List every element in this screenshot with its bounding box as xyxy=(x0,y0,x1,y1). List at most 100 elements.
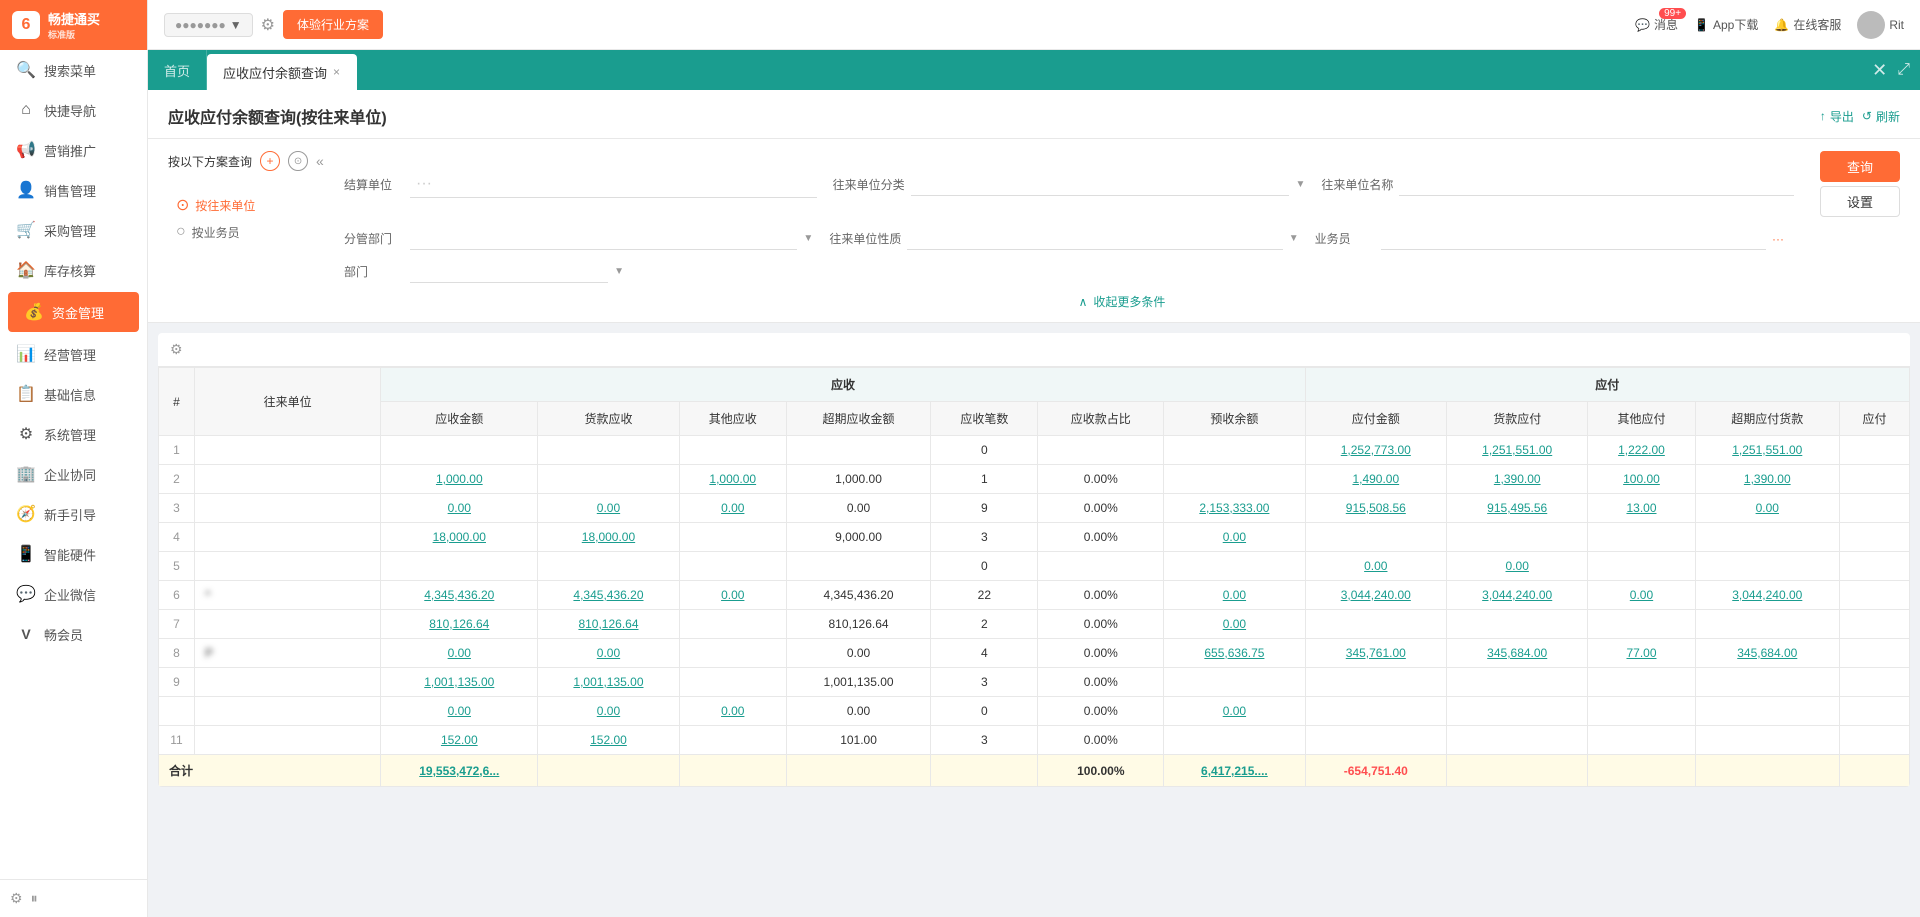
table-cell-2-4[interactable]: 0.00 xyxy=(679,494,786,523)
table-cell-5-4[interactable]: 0.00 xyxy=(679,581,786,610)
salesman-input[interactable] xyxy=(1381,227,1766,250)
table-cell-1-12[interactable]: 1,390.00 xyxy=(1695,465,1839,494)
supervise-dept-dropdown-icon[interactable]: ▼ xyxy=(803,233,813,244)
table-cell-1-11[interactable]: 100.00 xyxy=(1588,465,1695,494)
table-cell-0-9[interactable]: 1,252,773.00 xyxy=(1305,436,1446,465)
sidebar-collapse-icon[interactable]: ⏸ xyxy=(31,890,38,907)
partner-nature-input[interactable] xyxy=(907,227,1282,250)
partner-name-input[interactable] xyxy=(1399,173,1794,196)
table-cell-2-9[interactable]: 915,508.56 xyxy=(1305,494,1446,523)
table-cell-5-12[interactable]: 3,044,240.00 xyxy=(1695,581,1839,610)
sidebar-item-smarthw[interactable]: 📱 智能硬件 xyxy=(0,534,147,574)
table-cell-2-3[interactable]: 0.00 xyxy=(538,494,679,523)
sidebar-item-operations[interactable]: 📊 经营管理 xyxy=(0,334,147,374)
sidebar-item-sales[interactable]: 👤 销售管理 xyxy=(0,170,147,210)
sidebar-item-enterwx[interactable]: 💬 企业微信 xyxy=(0,574,147,614)
table-cell-10-2[interactable]: 152.00 xyxy=(381,726,538,755)
sidebar-item-purchase[interactable]: 🛒 采购管理 xyxy=(0,210,147,250)
partner-cat-input[interactable] xyxy=(911,173,1290,196)
supervise-dept-input[interactable] xyxy=(410,227,797,250)
table-cell-5-11[interactable]: 0.00 xyxy=(1588,581,1695,610)
table-cell-0-12[interactable]: 1,251,551.00 xyxy=(1695,436,1839,465)
table-cell-2-11[interactable]: 13.00 xyxy=(1588,494,1695,523)
table-cell-9-3[interactable]: 0.00 xyxy=(538,697,679,726)
table-cell-5-2[interactable]: 4,345,436.20 xyxy=(381,581,538,610)
table-cell-7-8[interactable]: 655,636.75 xyxy=(1164,639,1305,668)
filter-collapse-button[interactable]: « xyxy=(316,153,324,169)
table-cell-5-3[interactable]: 4,345,436.20 xyxy=(538,581,679,610)
table-cell-0-11[interactable]: 1,222.00 xyxy=(1588,436,1695,465)
table-cell-8-3[interactable]: 1,001,135.00 xyxy=(538,668,679,697)
table-cell-7-10[interactable]: 345,684.00 xyxy=(1447,639,1588,668)
sidebar-item-marketing[interactable]: 📢 营销推广 xyxy=(0,130,147,170)
salesman-dots-icon[interactable]: ··· xyxy=(1772,232,1784,246)
table-cell-1-4[interactable]: 1,000.00 xyxy=(679,465,786,494)
sidebar-item-system[interactable]: ⚙ 系统管理 xyxy=(0,414,147,454)
table-cell-5-8[interactable]: 0.00 xyxy=(1164,581,1305,610)
table-cell-1-9[interactable]: 1,490.00 xyxy=(1305,465,1446,494)
table-cell-7-3[interactable]: 0.00 xyxy=(538,639,679,668)
table-cell-2-2[interactable]: 0.00 xyxy=(381,494,538,523)
filter-add-button[interactable]: + xyxy=(260,151,280,171)
tab-close-icon[interactable]: × xyxy=(333,65,340,79)
settlement-input[interactable] xyxy=(410,171,817,198)
table-cell-5-10[interactable]: 3,044,240.00 xyxy=(1447,581,1588,610)
set-button[interactable]: 设置 xyxy=(1820,186,1900,217)
table-scroll-wrap[interactable]: # 往来单位 应收 应付 应收金额 货款应收 其他应收 超期应收金额 应收笔数 … xyxy=(158,367,1910,787)
table-cell-4-10[interactable]: 0.00 xyxy=(1447,552,1588,581)
tab-receivable-query[interactable]: 应收应付余额查询 × xyxy=(207,54,357,90)
filter-tab-partner[interactable]: ⊙ 按往来单位 xyxy=(168,191,328,219)
table-cell-7-11[interactable]: 77.00 xyxy=(1588,639,1695,668)
table-cell-1-2[interactable]: 1,000.00 xyxy=(381,465,538,494)
table-cell-6-3[interactable]: 810,126.64 xyxy=(538,610,679,639)
sidebar-item-search[interactable]: 🔍 搜索菜单 xyxy=(0,50,147,90)
company-selector[interactable]: ●●●●●●● ▼ xyxy=(164,13,253,37)
export-button[interactable]: ↑ 导出 xyxy=(1820,108,1854,125)
collapse-bar[interactable]: ∧ 收起更多条件 xyxy=(344,293,1900,310)
sidebar-gear-icon[interactable]: ⚙ xyxy=(10,890,23,907)
table-cell-3-8[interactable]: 0.00 xyxy=(1164,523,1305,552)
query-button[interactable]: 查询 xyxy=(1820,151,1900,182)
table-cell-7-12[interactable]: 345,684.00 xyxy=(1695,639,1839,668)
table-cell-2-10[interactable]: 915,495.56 xyxy=(1447,494,1588,523)
app-download-item[interactable]: 📱 App下载 xyxy=(1694,16,1758,33)
settings-gear-icon[interactable]: ⚙ xyxy=(261,15,275,35)
tab-close-window-icon[interactable]: ✕ xyxy=(1872,60,1887,81)
refresh-button[interactable]: ↺ 刷新 xyxy=(1862,108,1900,125)
user-info[interactable]: Rit xyxy=(1857,11,1904,39)
sidebar-item-guide[interactable]: 🧭 新手引导 xyxy=(0,494,147,534)
messages-item[interactable]: 💬 消息 99+ xyxy=(1635,16,1678,33)
table-cell-9-4[interactable]: 0.00 xyxy=(679,697,786,726)
table-cell-1-10[interactable]: 1,390.00 xyxy=(1447,465,1588,494)
partner-nature-dropdown-icon[interactable]: ▼ xyxy=(1289,233,1299,244)
online-service-item[interactable]: 🔔 在线客服 xyxy=(1774,16,1841,33)
table-cell-3-3[interactable]: 18,000.00 xyxy=(538,523,679,552)
table-cell-2-8[interactable]: 2,153,333.00 xyxy=(1164,494,1305,523)
summary-receivable-amount[interactable]: 19,553,472,6... xyxy=(381,755,538,787)
filter-tab-employee[interactable]: ○ 按业务员 xyxy=(168,219,328,245)
partner-cat-dropdown-icon[interactable]: ▼ xyxy=(1295,179,1305,190)
table-cell-2-12[interactable]: 0.00 xyxy=(1695,494,1839,523)
sidebar-item-enterprise[interactable]: 🏢 企业协同 xyxy=(0,454,147,494)
solution-button[interactable]: 体验行业方案 xyxy=(283,10,383,39)
table-cell-4-9[interactable]: 0.00 xyxy=(1305,552,1446,581)
table-cell-6-2[interactable]: 810,126.64 xyxy=(381,610,538,639)
sidebar-item-quicknav[interactable]: ⌂ 快捷导航 xyxy=(0,90,147,130)
summary-advance-balance[interactable]: 6,417,215.... xyxy=(1164,755,1305,787)
tab-home[interactable]: 首页 xyxy=(148,50,207,90)
dept-input[interactable] xyxy=(410,260,608,283)
sidebar-item-member[interactable]: V 畅会员 xyxy=(0,614,147,654)
table-settings-icon[interactable]: ⚙ xyxy=(170,341,183,358)
table-cell-10-3[interactable]: 152.00 xyxy=(538,726,679,755)
table-cell-8-2[interactable]: 1,001,135.00 xyxy=(381,668,538,697)
table-cell-0-10[interactable]: 1,251,551.00 xyxy=(1447,436,1588,465)
filter-settings-button[interactable]: ⊙ xyxy=(288,151,308,171)
sidebar-item-finance[interactable]: 💰 资金管理 xyxy=(8,292,139,332)
table-cell-5-9[interactable]: 3,044,240.00 xyxy=(1305,581,1446,610)
table-cell-9-8[interactable]: 0.00 xyxy=(1164,697,1305,726)
table-cell-9-2[interactable]: 0.00 xyxy=(381,697,538,726)
tab-maximize-icon[interactable]: ⤢ xyxy=(1897,61,1910,79)
dept-dropdown-icon[interactable]: ▼ xyxy=(614,266,624,277)
table-cell-6-8[interactable]: 0.00 xyxy=(1164,610,1305,639)
table-cell-3-2[interactable]: 18,000.00 xyxy=(381,523,538,552)
